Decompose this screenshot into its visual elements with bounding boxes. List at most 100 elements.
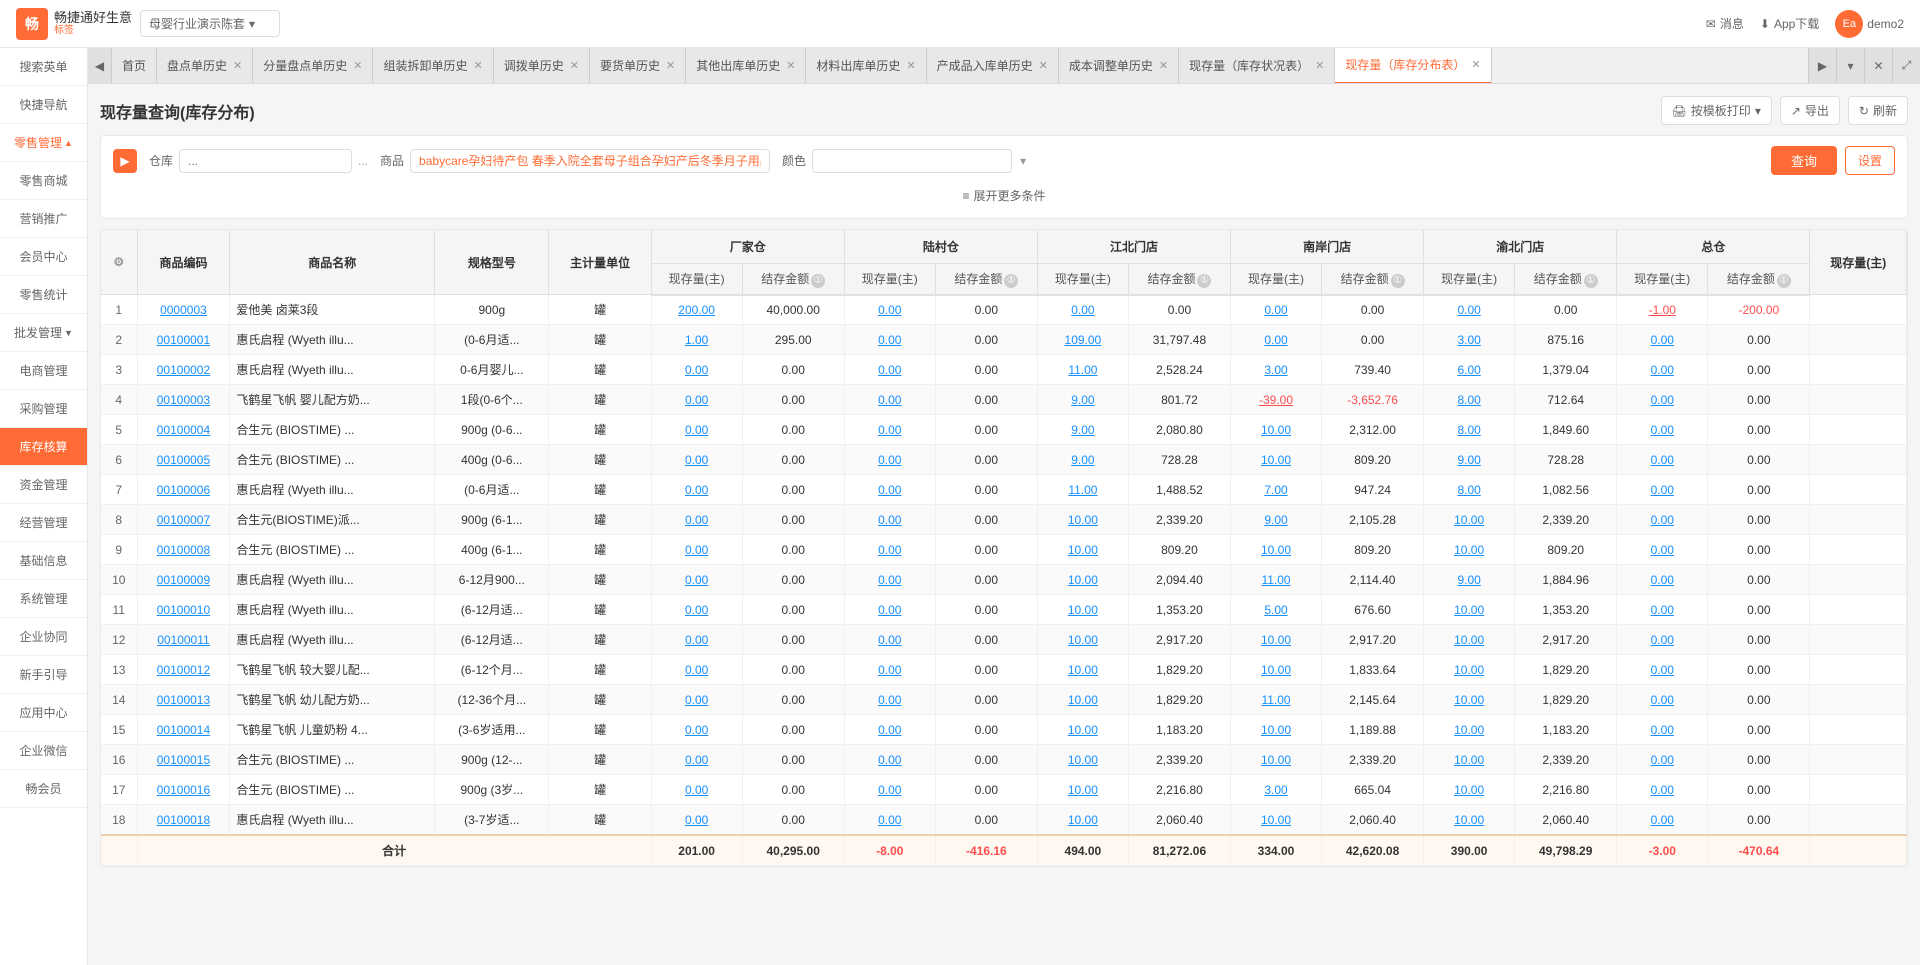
z-qty-link[interactable]: 0.00: [1651, 573, 1674, 587]
tab-production[interactable]: 产成品入库单历史 ✕: [927, 48, 1059, 84]
print-btn[interactable]: 🖨 按模板打印 ▾: [1661, 96, 1772, 125]
tab-stockcheck-close[interactable]: ✕: [233, 59, 242, 72]
z-qty-link[interactable]: 0.00: [1651, 783, 1674, 797]
l-qty-link[interactable]: 0.00: [878, 453, 901, 467]
user-area[interactable]: Ea demo2: [1835, 10, 1904, 38]
z-qty-link[interactable]: 0.00: [1651, 603, 1674, 617]
j-qty-link[interactable]: 9.00: [1071, 393, 1094, 407]
sidebar-item-retailstat[interactable]: 零售统计: [0, 276, 87, 314]
sidebar-item-inventory[interactable]: 库存核算: [0, 428, 87, 466]
l-qty-link[interactable]: 0.00: [878, 753, 901, 767]
f-qty-link[interactable]: 0.00: [685, 633, 708, 647]
s-qty-link[interactable]: 10.00: [1261, 723, 1291, 737]
code-link[interactable]: 00100001: [157, 333, 210, 347]
code-link[interactable]: 0000003: [160, 303, 207, 317]
j-qty-link[interactable]: 109.00: [1065, 333, 1102, 347]
tab-stockstatus[interactable]: 现存量（库存状况表） ✕: [1179, 48, 1335, 84]
y-qty-link[interactable]: 9.00: [1457, 453, 1480, 467]
z-qty-link[interactable]: 0.00: [1651, 723, 1674, 737]
tab-production-close[interactable]: ✕: [1039, 59, 1048, 72]
f-qty-link[interactable]: 0.00: [685, 663, 708, 677]
sidebar-item-guide[interactable]: 新手引导: [0, 656, 87, 694]
j-amt-info[interactable]: ①: [1197, 274, 1211, 288]
sidebar-item-retailshop[interactable]: 零售商城: [0, 162, 87, 200]
gear-icon[interactable]: ⚙: [113, 255, 124, 269]
l-qty-link[interactable]: 0.00: [878, 693, 901, 707]
sidebar-item-marketing[interactable]: 营销推广: [0, 200, 87, 238]
j-qty-link[interactable]: 0.00: [1071, 303, 1094, 317]
y-qty-link[interactable]: 9.00: [1457, 573, 1480, 587]
tab-prev-btn[interactable]: ◀: [88, 48, 112, 84]
l-qty-link[interactable]: 0.00: [878, 303, 901, 317]
y-qty-link[interactable]: 8.00: [1457, 393, 1480, 407]
s-qty-link[interactable]: 10.00: [1261, 423, 1291, 437]
y-qty-link[interactable]: 0.00: [1457, 303, 1480, 317]
f-qty-link[interactable]: 0.00: [685, 453, 708, 467]
tab-stockstatus-close[interactable]: ✕: [1315, 59, 1324, 72]
code-link[interactable]: 00100011: [157, 633, 210, 647]
z-qty-link[interactable]: 0.00: [1651, 663, 1674, 677]
l-amt-info[interactable]: ①: [1004, 274, 1018, 288]
l-qty-link[interactable]: 0.00: [878, 483, 901, 497]
tab-home[interactable]: 首页: [112, 48, 157, 84]
y-qty-link[interactable]: 10.00: [1454, 663, 1484, 677]
tab-stockfencheck-close[interactable]: ✕: [353, 59, 362, 72]
refresh-btn[interactable]: ↻ 刷新: [1848, 96, 1908, 125]
j-qty-link[interactable]: 9.00: [1071, 423, 1094, 437]
filter-toggle-btn[interactable]: ▶: [113, 149, 137, 173]
l-qty-link[interactable]: 0.00: [878, 573, 901, 587]
s-qty-link[interactable]: 10.00: [1261, 633, 1291, 647]
tab-stockdist-close[interactable]: ✕: [1471, 58, 1480, 71]
warehouse-input[interactable]: [179, 149, 352, 173]
l-qty-link[interactable]: 0.00: [878, 513, 901, 527]
s-qty-link[interactable]: 3.00: [1264, 783, 1287, 797]
z-qty-link[interactable]: 0.00: [1651, 483, 1674, 497]
f-qty-link[interactable]: 0.00: [685, 783, 708, 797]
code-link[interactable]: 00100003: [157, 393, 210, 407]
app-download-btn[interactable]: ⬇ App下载: [1760, 15, 1819, 32]
f-amt-info[interactable]: ①: [811, 274, 825, 288]
j-qty-link[interactable]: 10.00: [1068, 753, 1098, 767]
sidebar-item-finance[interactable]: 资金管理: [0, 466, 87, 504]
j-qty-link[interactable]: 11.00: [1068, 363, 1097, 377]
j-qty-link[interactable]: 10.00: [1068, 543, 1098, 557]
y-qty-link[interactable]: 10.00: [1454, 603, 1484, 617]
code-link[interactable]: 00100016: [157, 783, 210, 797]
code-link[interactable]: 00100014: [157, 723, 210, 737]
message-btn[interactable]: ✉ 消息: [1706, 15, 1744, 32]
z-qty-link[interactable]: 0.00: [1651, 813, 1674, 827]
f-qty-link[interactable]: 0.00: [685, 543, 708, 557]
j-qty-link[interactable]: 10.00: [1068, 513, 1098, 527]
s-qty-link[interactable]: -39.00: [1259, 393, 1293, 407]
tab-menu-btn[interactable]: ▾: [1836, 48, 1864, 84]
f-qty-link[interactable]: 0.00: [685, 693, 708, 707]
z-qty-link[interactable]: 0.00: [1651, 543, 1674, 557]
s-qty-link[interactable]: 10.00: [1261, 663, 1291, 677]
sidebar-item-basic[interactable]: 基础信息: [0, 542, 87, 580]
expand-filter-btn[interactable]: ≡ 展开更多条件: [954, 183, 1053, 208]
s-qty-link[interactable]: 0.00: [1264, 303, 1287, 317]
code-link[interactable]: 00100012: [157, 663, 210, 677]
f-qty-link[interactable]: 0.00: [685, 513, 708, 527]
j-qty-link[interactable]: 10.00: [1068, 813, 1098, 827]
y-qty-link[interactable]: 10.00: [1454, 813, 1484, 827]
z-qty-link[interactable]: 0.00: [1651, 693, 1674, 707]
z-qty-link[interactable]: 0.00: [1651, 753, 1674, 767]
j-qty-link[interactable]: 10.00: [1068, 633, 1098, 647]
tab-stockcheck[interactable]: 盘点单历史 ✕: [157, 48, 253, 84]
s-qty-link[interactable]: 11.00: [1261, 573, 1290, 587]
code-link[interactable]: 00100005: [157, 453, 210, 467]
j-qty-link[interactable]: 10.00: [1068, 663, 1098, 677]
y-qty-link[interactable]: 6.00: [1457, 363, 1480, 377]
tab-expand-btn[interactable]: ⤢: [1892, 48, 1920, 84]
s-amt-info[interactable]: ①: [1391, 274, 1405, 288]
l-qty-link[interactable]: 0.00: [878, 663, 901, 677]
sidebar-item-retail[interactable]: 零售管理 ▲: [0, 124, 87, 162]
tab-combo-close[interactable]: ✕: [474, 59, 483, 72]
code-link[interactable]: 00100007: [157, 513, 210, 527]
l-qty-link[interactable]: 0.00: [878, 603, 901, 617]
query-btn[interactable]: 查询: [1771, 146, 1837, 175]
tab-otherout-close[interactable]: ✕: [786, 59, 795, 72]
l-qty-link[interactable]: 0.00: [878, 393, 901, 407]
l-qty-link[interactable]: 0.00: [878, 723, 901, 737]
